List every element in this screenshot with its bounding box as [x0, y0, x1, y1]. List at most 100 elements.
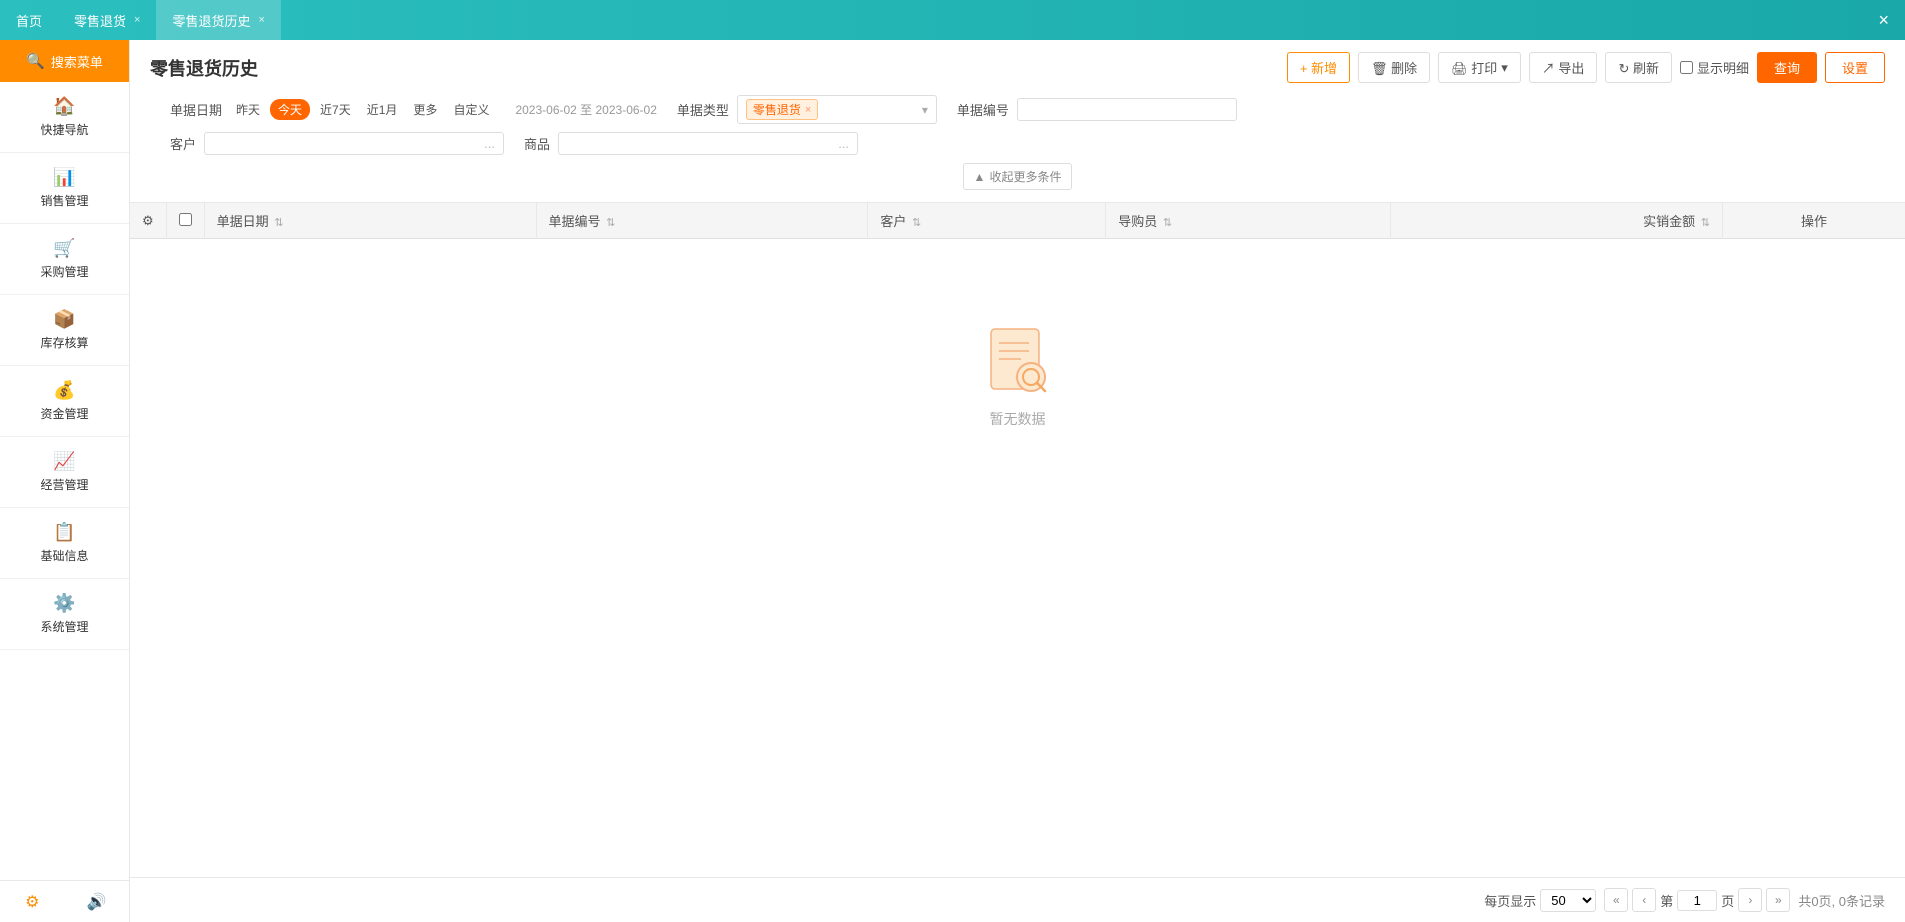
- inventory-icon: 📦: [53, 309, 75, 330]
- table-header: ⚙ 单据日期 ⇅ 单据编号 ⇅: [130, 203, 1905, 239]
- sidebar-item-operations-label: 经营管理: [40, 476, 88, 493]
- page-first-button[interactable]: «: [1604, 888, 1628, 912]
- sidebar-item-finance[interactable]: 💰 资金管理: [0, 366, 129, 437]
- window-close-button[interactable]: ×: [1862, 0, 1905, 40]
- collapse-button[interactable]: ▲ 收起更多条件: [963, 163, 1073, 190]
- sidebar-item-operations[interactable]: 📈 经营管理: [0, 437, 129, 508]
- sidebar-search[interactable]: 🔍 搜索菜单: [0, 40, 129, 82]
- tab-retail-return-close[interactable]: ×: [134, 14, 140, 26]
- col-guide-sort-icon: ⇅: [1163, 217, 1172, 229]
- date-7days[interactable]: 近7天: [314, 99, 357, 120]
- date-today[interactable]: 今天: [270, 99, 310, 120]
- export-button-label: ↗ 导出: [1542, 58, 1585, 77]
- data-table: ⚙ 单据日期 ⇅ 单据编号 ⇅: [130, 203, 1905, 509]
- customer-placeholder-dots: ...: [484, 136, 495, 151]
- per-page-select[interactable]: 50 100 200: [1540, 889, 1596, 912]
- col-amount-sort-icon: ⇅: [1701, 217, 1710, 229]
- date-range-text: 2023-06-02 至 2023-06-02: [515, 101, 656, 118]
- new-button-label: + 新增: [1300, 58, 1337, 77]
- col-action: 操作: [1722, 203, 1905, 239]
- customer-label: 客户: [170, 134, 196, 153]
- gear-icon: ⚙: [25, 892, 39, 912]
- tab-retail-return[interactable]: 零售退货 ×: [58, 0, 156, 40]
- quick-nav-icon: 🏠: [53, 96, 75, 117]
- tab-retail-return-history[interactable]: 零售退货历史 ×: [156, 0, 280, 40]
- tab-retail-return-history-label: 零售退货历史: [172, 11, 250, 30]
- sidebar-item-inventory-label: 库存核算: [40, 334, 88, 351]
- audio-icon: 🔊: [87, 892, 107, 912]
- voucher-type-tag-value: 零售退货: [753, 101, 801, 118]
- tab-home-label: 首页: [16, 11, 42, 30]
- export-button[interactable]: ↗ 导出: [1529, 52, 1598, 83]
- sidebar-item-system-label: 系统管理: [40, 618, 88, 635]
- col-date-label: 单据日期: [217, 214, 269, 229]
- sidebar-item-quick-nav[interactable]: 🏠 快捷导航: [0, 82, 129, 153]
- refresh-button[interactable]: ↻ 刷新: [1605, 52, 1672, 83]
- tab-retail-return-history-close[interactable]: ×: [258, 14, 264, 26]
- page-title: 零售退货历史: [150, 55, 258, 81]
- settings-icon: ⚙: [142, 213, 154, 228]
- col-amount[interactable]: 实销金额 ⇅: [1391, 203, 1723, 239]
- date-more[interactable]: 更多: [407, 99, 443, 120]
- query-button[interactable]: 查询: [1757, 52, 1817, 83]
- settings-button[interactable]: 设置: [1825, 52, 1885, 83]
- page-last-button[interactable]: »: [1766, 888, 1790, 912]
- sidebar-item-system-mgmt[interactable]: ⚙️ 系统管理: [0, 579, 129, 650]
- col-action-label: 操作: [1801, 214, 1827, 229]
- date-filter-item: 单据日期 昨天 今天 近7天 近1月 更多 自定义: [170, 99, 495, 120]
- voucher-type-filter: 单据类型 零售退货 × ▾: [677, 95, 937, 124]
- voucher-type-tag-close[interactable]: ×: [805, 104, 811, 116]
- delete-button[interactable]: 🗑 删除: [1358, 52, 1430, 83]
- sales-icon: 📊: [53, 167, 75, 188]
- voucher-type-tag: 零售退货 ×: [746, 99, 818, 120]
- customer-filter: 客户 ...: [170, 132, 504, 155]
- show-detail-checkbox[interactable]: 显示明细: [1680, 58, 1749, 77]
- voucher-no-filter: 单据编号: [957, 98, 1237, 121]
- col-no[interactable]: 单据编号 ⇅: [536, 203, 868, 239]
- sidebar: 🔍 搜索菜单 🏠 快捷导航 📊 销售管理 🛒 采购管理 📦 库存核算 💰: [0, 40, 130, 922]
- show-detail-input[interactable]: [1680, 61, 1693, 74]
- page-prev-button[interactable]: ‹: [1632, 888, 1656, 912]
- sidebar-item-quick-nav-label: 快捷导航: [40, 121, 88, 138]
- col-guide[interactable]: 导购员 ⇅: [1106, 203, 1391, 239]
- customer-input[interactable]: ...: [204, 132, 504, 155]
- sidebar-item-sales-mgmt[interactable]: 📊 销售管理: [0, 153, 129, 224]
- sidebar-item-sales-label: 销售管理: [40, 192, 88, 209]
- date-1month[interactable]: 近1月: [361, 99, 404, 120]
- col-settings[interactable]: ⚙: [130, 203, 166, 239]
- col-no-label: 单据编号: [549, 214, 601, 229]
- operations-icon: 📈: [53, 451, 75, 472]
- tab-home[interactable]: 首页: [0, 0, 58, 40]
- date-yesterday[interactable]: 昨天: [230, 99, 266, 120]
- sidebar-gear-button[interactable]: ⚙: [0, 881, 65, 922]
- select-all-checkbox[interactable]: [179, 213, 192, 226]
- voucher-no-label: 单据编号: [957, 100, 1009, 119]
- finance-icon: 💰: [53, 380, 75, 401]
- filter-bar: 单据日期 昨天 今天 近7天 近1月 更多 自定义 2023-06-02 至 2…: [150, 95, 1885, 202]
- sidebar-item-inventory[interactable]: 📦 库存核算: [0, 295, 129, 366]
- top-bar: 首页 零售退货 × 零售退货历史 × ×: [0, 0, 1905, 40]
- sidebar-item-basic-info[interactable]: 📋 基础信息: [0, 508, 129, 579]
- new-button[interactable]: + 新增: [1287, 52, 1350, 83]
- voucher-no-input[interactable]: [1017, 98, 1237, 121]
- page-input[interactable]: 1: [1677, 890, 1717, 911]
- sidebar-item-purchase-mgmt[interactable]: 🛒 采购管理: [0, 224, 129, 295]
- voucher-type-select[interactable]: 零售退货 × ▾: [737, 95, 937, 124]
- filter-row-1: 单据日期 昨天 今天 近7天 近1月 更多 自定义 2023-06-02 至 2…: [170, 95, 1865, 124]
- system-icon: ⚙️: [53, 593, 75, 614]
- page-next-button[interactable]: ›: [1738, 888, 1762, 912]
- col-checkbox[interactable]: [166, 203, 204, 239]
- search-icon: 🔍: [26, 52, 45, 70]
- date-custom[interactable]: 自定义: [447, 99, 495, 120]
- col-date[interactable]: 单据日期 ⇅: [204, 203, 536, 239]
- sidebar-audio-button[interactable]: 🔊: [65, 881, 130, 922]
- show-detail-label: 显示明细: [1697, 58, 1749, 77]
- goods-input[interactable]: ...: [558, 132, 858, 155]
- col-customer[interactable]: 客户 ⇅: [868, 203, 1106, 239]
- print-button-label: 🖨 打印: [1451, 58, 1497, 77]
- print-button[interactable]: 🖨 打印 ▾: [1438, 52, 1521, 83]
- page-end-label: 页: [1721, 891, 1734, 910]
- tab-retail-return-label: 零售退货: [74, 11, 126, 30]
- page-navigation: « ‹ 第 1 页 › »: [1604, 888, 1790, 912]
- sidebar-menu: 🏠 快捷导航 📊 销售管理 🛒 采购管理 📦 库存核算 💰 资金管理 📈: [0, 82, 129, 880]
